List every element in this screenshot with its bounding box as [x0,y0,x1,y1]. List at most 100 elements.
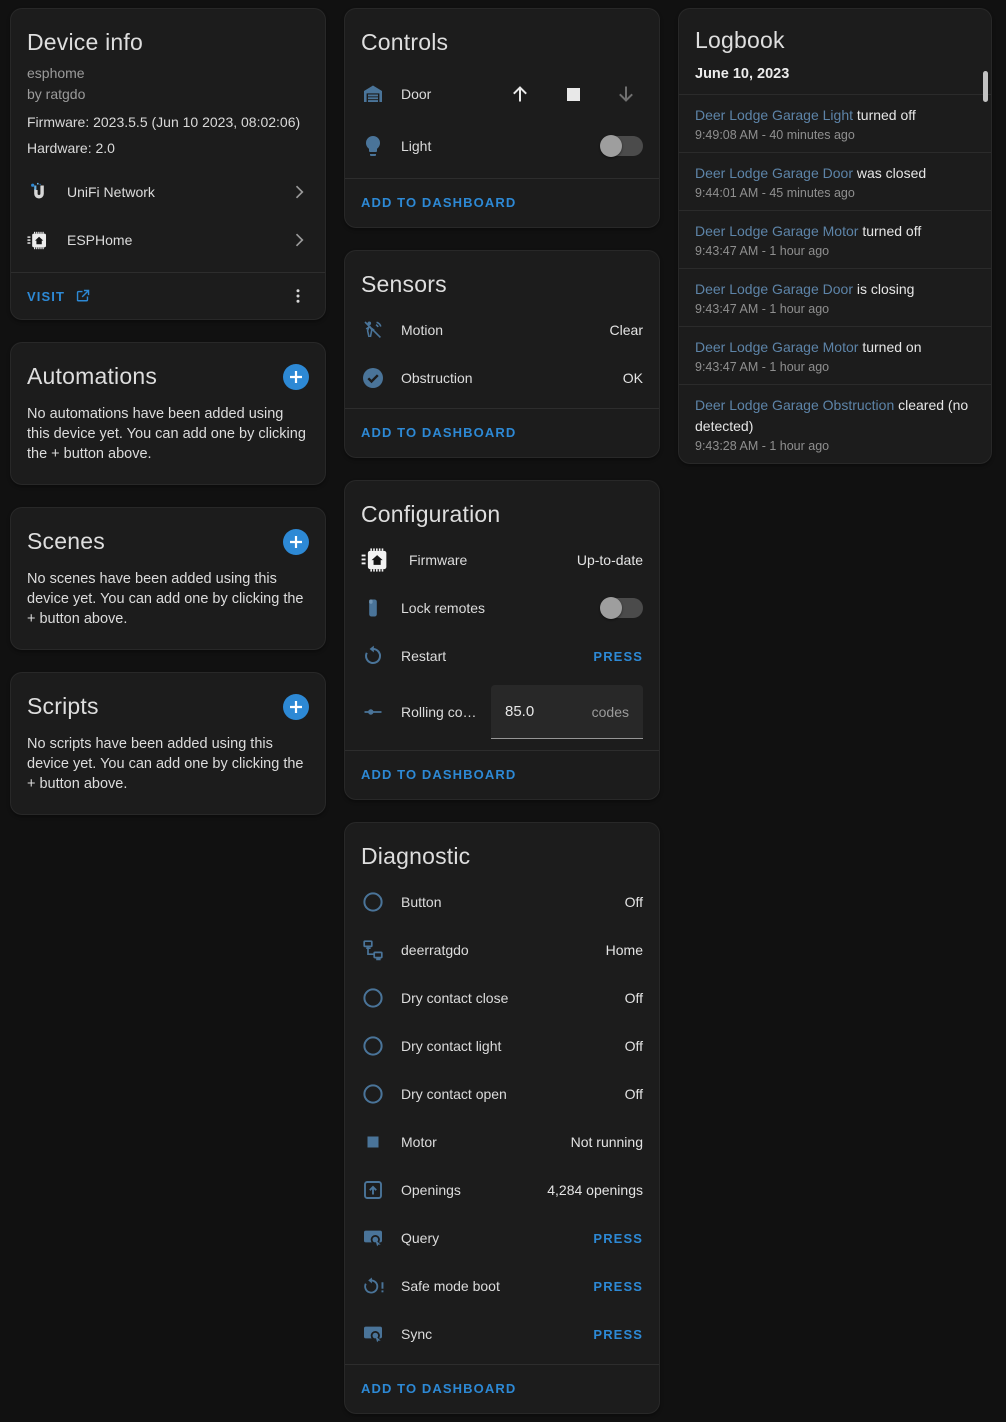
sensor-value: OK [622,370,643,386]
scripts-title: Scripts [27,693,99,719]
diagnostic-label: Motor [401,1134,437,1150]
light-control-row: Light [345,120,659,172]
diagnostic-row-sync: Sync PRESS [345,1310,659,1358]
query-press-button[interactable]: PRESS [593,1231,643,1246]
logbook-timestamp: 9:49:08 AM - 40 minutes ago [695,128,855,142]
door-close-button[interactable] [614,82,638,106]
chevron-right-icon [289,230,309,250]
network-icon [361,938,385,962]
automations-empty-text: No automations have been added using thi… [27,406,306,462]
garage-icon [361,82,385,106]
diagnostic-row-deerratgdo[interactable]: deerratgdo Home [345,926,659,974]
add-to-dashboard-button[interactable]: ADD TO DASHBOARD [361,767,516,782]
logbook-timestamp: 9:43:47 AM - 1 hour ago [695,244,830,258]
diagnostic-label: deerratgdo [401,942,469,958]
logbook-entity-link[interactable]: Deer Lodge Garage Motor [695,339,858,355]
sensor-row-obstruction[interactable]: Obstruction OK [345,354,659,402]
scenes-header: Scenes [11,508,325,567]
check-circle-icon [361,366,385,390]
circle-outline-icon [361,986,385,1010]
controls-title: Controls [361,29,449,55]
plus-icon [290,700,302,713]
logbook-entity-link[interactable]: Deer Lodge Garage Motor [695,223,858,239]
diagnostic-title: Diagnostic [361,843,471,869]
light-label: Light [401,138,432,154]
config-row-lock-remotes: Lock remotes [345,584,659,632]
restart-alert-icon [361,1274,385,1298]
related-integrations: UniFi Network ESPHome [11,156,325,264]
toggle-knob [600,135,622,157]
diagnostic-value: Off [624,1086,643,1102]
diagnostic-row-dry-contact-close[interactable]: Dry contact close Off [345,974,659,1022]
rolling-code-unit: codes [591,703,629,720]
configuration-card: Configuration Firmware Up-to-date Lock r… [344,480,660,800]
logbook-entity-link[interactable]: Deer Lodge Garage Light [695,107,853,123]
diagnostic-value: Home [605,942,643,958]
diagnostic-label: Safe mode boot [401,1278,500,1294]
tap-button-icon [361,1322,385,1346]
automations-header: Automations [11,343,325,402]
add-to-dashboard-button[interactable]: ADD TO DASHBOARD [361,425,516,440]
diagnostic-row-button[interactable]: Button Off [345,878,659,926]
diagnostic-value: Off [624,1038,643,1054]
diagnostic-row-query: Query PRESS [345,1214,659,1262]
config-row-firmware[interactable]: Firmware Up-to-date [345,536,659,584]
configuration-title: Configuration [361,501,501,527]
diagnostic-row-motor[interactable]: Motor Not running [345,1118,659,1166]
diagnostic-value: Off [624,990,643,1006]
logbook-event-text: turned off [856,107,916,123]
logbook-entry: Deer Lodge Garage Motor turned on 9:43:4… [679,327,991,385]
integration-link-esphome[interactable]: ESPHome [11,216,325,264]
logbook-scrollbar-thumb[interactable] [983,71,988,102]
sensor-label: Obstruction [401,370,473,386]
logbook-entity-link[interactable]: Deer Lodge Garage Obstruction [695,397,894,413]
rolling-code-input[interactable] [505,703,586,720]
add-to-dashboard-button[interactable]: ADD TO DASHBOARD [361,1381,516,1396]
add-scene-button[interactable] [283,528,309,555]
right-column: Logbook June 10, 2023 Deer Lodge Garage … [678,8,992,464]
diagnostic-label: Dry contact light [401,1038,502,1054]
logbook-entity-link[interactable]: Deer Lodge Garage Door [695,281,853,297]
diagnostic-label: Query [401,1230,440,1246]
diagnostic-row-dry-contact-open[interactable]: Dry contact open Off [345,1070,659,1118]
sensors-header: Sensors [345,251,659,306]
add-script-button[interactable] [283,693,309,720]
device-menu-button[interactable] [287,285,309,307]
sensor-row-motion[interactable]: Motion Clear [345,306,659,354]
plus-icon [290,535,302,548]
integration-link-unifi[interactable]: UniFi Network [11,168,325,216]
lock-remotes-toggle[interactable] [600,597,643,619]
visit-button[interactable]: VISIT [27,288,91,305]
diagnostic-value: Off [624,894,643,910]
diagnostic-row-openings[interactable]: Openings 4,284 openings [345,1166,659,1214]
external-link-icon [74,288,91,305]
add-to-dashboard-button[interactable]: ADD TO DASHBOARD [361,195,516,210]
config-label: Rolling co… [401,704,475,720]
diagnostic-value: Not running [570,1134,643,1150]
light-toggle[interactable] [600,135,643,157]
arrow-up-icon [513,86,527,102]
sensor-label: Motion [401,322,444,338]
controls-header: Controls [345,9,659,68]
safe-mode-boot-press-button[interactable]: PRESS [593,1279,643,1294]
device-manufacturer: by ratgdo [27,86,86,102]
diagnostic-header: Diagnostic [345,823,659,878]
add-automation-button[interactable] [283,363,309,390]
sensors-actions: ADD TO DASHBOARD [345,408,659,457]
logbook-header: Logbook [679,9,991,64]
diagnostic-row-dry-contact-light[interactable]: Dry contact light Off [345,1022,659,1070]
door-open-button[interactable] [508,82,532,106]
device-hardware-version: Hardware: 2.0 [27,140,115,156]
chevron-right-icon [289,182,309,202]
square-icon [361,1130,385,1154]
logbook-entry: Deer Lodge Garage Door was closed 9:44:0… [679,153,991,211]
sensors-card: Sensors Motion Clear Obstruction OK ADD … [344,250,660,458]
restart-press-button[interactable]: PRESS [593,649,643,664]
logbook-entry: Deer Lodge Garage Light turned off 9:49:… [679,95,991,153]
automations-title: Automations [27,363,158,389]
logbook-entity-link[interactable]: Deer Lodge Garage Door [695,165,853,181]
scripts-header: Scripts [11,673,325,732]
sync-press-button[interactable]: PRESS [593,1327,643,1342]
door-stop-button[interactable] [561,82,585,106]
motion-sensor-icon [361,318,385,342]
